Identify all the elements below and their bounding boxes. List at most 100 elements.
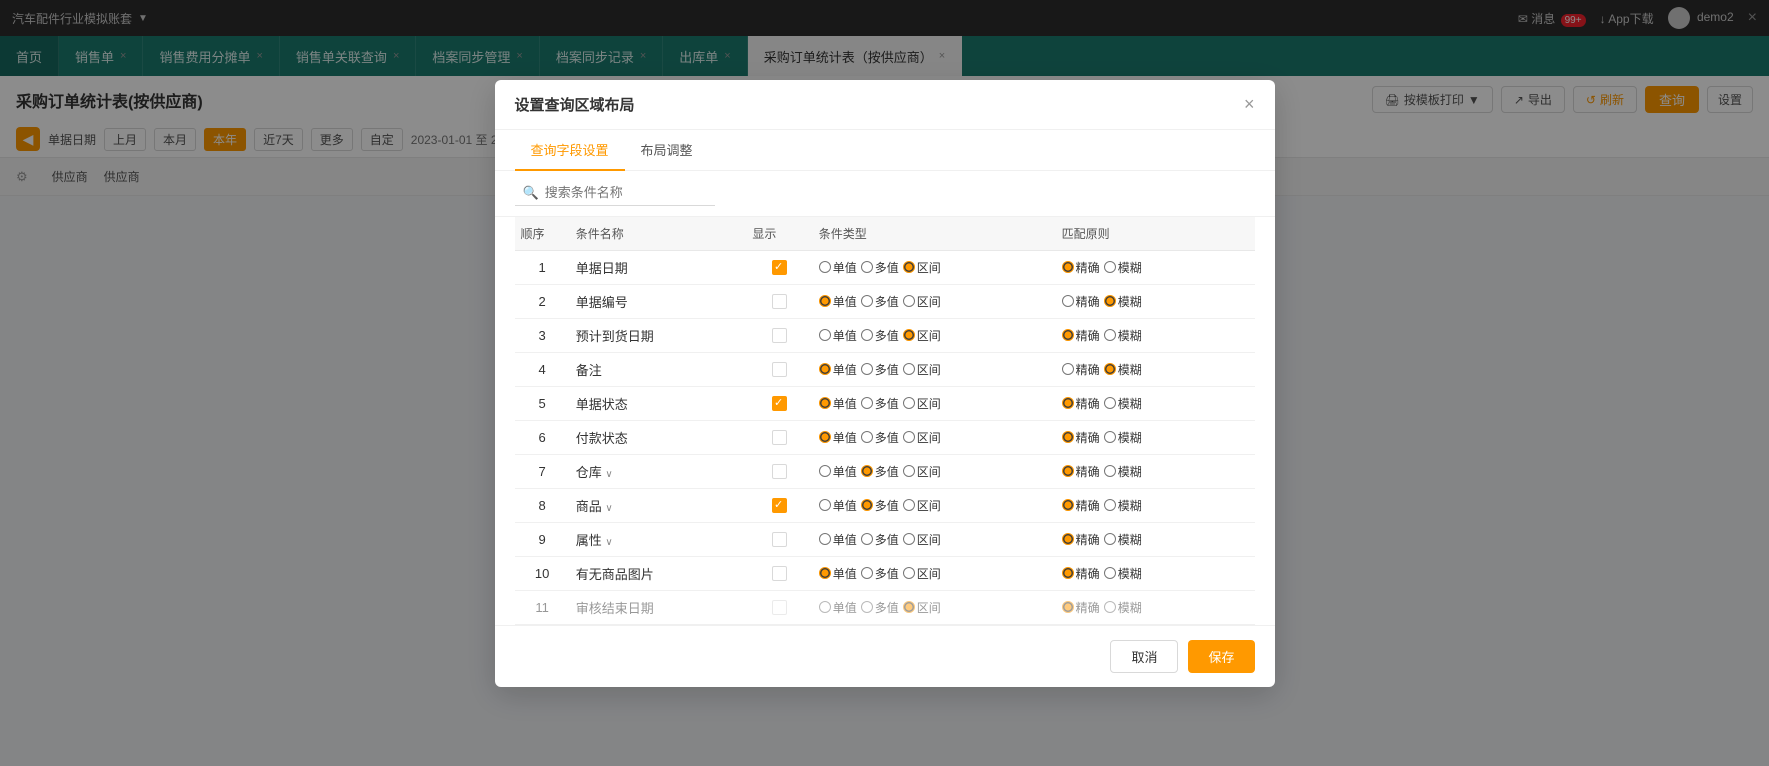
- dropdown-arrow-icon: ∨: [605, 503, 612, 514]
- match-radio-exact-7[interactable]: 精确: [1062, 463, 1100, 480]
- show-checkbox-unchecked[interactable]: [772, 566, 787, 581]
- show-checkbox-unchecked[interactable]: [772, 600, 787, 615]
- match-radio-exact-8[interactable]: 精确: [1062, 497, 1100, 514]
- match-radio-exact-2[interactable]: 精确: [1062, 293, 1100, 310]
- match-radio-fuzzy-10[interactable]: 模糊: [1104, 565, 1142, 582]
- show-checkbox-unchecked[interactable]: [772, 294, 787, 309]
- show-checkbox-unchecked[interactable]: [772, 532, 787, 547]
- field-show-3[interactable]: [746, 318, 812, 352]
- show-checkbox-unchecked[interactable]: [772, 464, 787, 479]
- field-show-2[interactable]: [746, 284, 812, 318]
- field-type-8: 单值多值区间: [813, 488, 1056, 522]
- type-radio-multi-5[interactable]: 多值: [861, 395, 899, 412]
- type-radio-range-3[interactable]: 区间: [903, 327, 941, 344]
- th-order: 顺序: [515, 217, 570, 251]
- field-show-11[interactable]: [746, 590, 812, 624]
- match-radio-exact-9[interactable]: 精确: [1062, 531, 1100, 548]
- modal-tab-layout[interactable]: 布局调整: [625, 130, 709, 171]
- type-radio-single-2[interactable]: 单值: [819, 293, 857, 310]
- type-radio-multi-1[interactable]: 多值: [861, 259, 899, 276]
- type-radio-multi-4[interactable]: 多值: [861, 361, 899, 378]
- field-name-3: 预计到货日期: [570, 318, 747, 352]
- field-match-3: 精确模糊: [1056, 318, 1255, 352]
- type-radio-single-6[interactable]: 单值: [819, 429, 857, 446]
- type-radio-multi-2[interactable]: 多值: [861, 293, 899, 310]
- type-radio-range-4[interactable]: 区间: [903, 361, 941, 378]
- match-radio-fuzzy-7[interactable]: 模糊: [1104, 463, 1142, 480]
- type-radio-range-5[interactable]: 区间: [903, 395, 941, 412]
- type-radio-single-3[interactable]: 单值: [819, 327, 857, 344]
- show-checkbox-unchecked[interactable]: [772, 362, 787, 377]
- field-order-4: 4: [515, 352, 570, 386]
- match-radio-fuzzy-9[interactable]: 模糊: [1104, 531, 1142, 548]
- type-radio-single-7[interactable]: 单值: [819, 463, 857, 480]
- type-radio-single-8[interactable]: 单值: [819, 497, 857, 514]
- match-radio-fuzzy-1[interactable]: 模糊: [1104, 259, 1142, 276]
- type-radio-range-6[interactable]: 区间: [903, 429, 941, 446]
- type-radio-single-11[interactable]: 单值: [819, 599, 857, 616]
- field-show-7[interactable]: [746, 454, 812, 488]
- table-row: 3预计到货日期 单值多值区间 精确模糊: [515, 318, 1255, 352]
- field-order-5: 5: [515, 386, 570, 420]
- show-checkbox-checked[interactable]: [772, 498, 787, 513]
- show-checkbox-checked[interactable]: [772, 396, 787, 411]
- type-radio-single-5[interactable]: 单值: [819, 395, 857, 412]
- field-order-3: 3: [515, 318, 570, 352]
- type-radio-range-2[interactable]: 区间: [903, 293, 941, 310]
- show-checkbox-unchecked[interactable]: [772, 430, 787, 445]
- match-radio-exact-11[interactable]: 精确: [1062, 599, 1100, 616]
- field-order-1: 1: [515, 250, 570, 284]
- field-show-9[interactable]: [746, 522, 812, 556]
- save-button[interactable]: 保存: [1188, 640, 1254, 673]
- type-radio-multi-8[interactable]: 多值: [861, 497, 899, 514]
- match-radio-exact-10[interactable]: 精确: [1062, 565, 1100, 582]
- match-radio-exact-5[interactable]: 精确: [1062, 395, 1100, 412]
- match-radio-fuzzy-11[interactable]: 模糊: [1104, 599, 1142, 616]
- type-radio-single-9[interactable]: 单值: [819, 531, 857, 548]
- type-radio-multi-6[interactable]: 多值: [861, 429, 899, 446]
- type-radio-range-8[interactable]: 区间: [903, 497, 941, 514]
- type-radio-multi-10[interactable]: 多值: [861, 565, 899, 582]
- type-radio-range-9[interactable]: 区间: [903, 531, 941, 548]
- modal-tab-query-fields[interactable]: 查询字段设置: [515, 130, 625, 171]
- th-match: 匹配原则: [1056, 217, 1255, 251]
- field-show-1[interactable]: [746, 250, 812, 284]
- type-radio-range-1[interactable]: 区间: [903, 259, 941, 276]
- type-radio-single-1[interactable]: 单值: [819, 259, 857, 276]
- type-radio-multi-3[interactable]: 多值: [861, 327, 899, 344]
- field-show-4[interactable]: [746, 352, 812, 386]
- cancel-button[interactable]: 取消: [1110, 640, 1178, 673]
- type-radio-range-11[interactable]: 区间: [903, 599, 941, 616]
- type-radio-multi-7[interactable]: 多值: [861, 463, 899, 480]
- show-checkbox-checked[interactable]: [772, 260, 787, 275]
- settings-modal: 设置查询区域布局 × 查询字段设置 布局调整 🔍: [495, 80, 1275, 687]
- match-radio-fuzzy-8[interactable]: 模糊: [1104, 497, 1142, 514]
- match-radio-fuzzy-6[interactable]: 模糊: [1104, 429, 1142, 446]
- modal-overlay: 设置查询区域布局 × 查询字段设置 布局调整 🔍: [0, 0, 1769, 766]
- dropdown-arrow-icon: ∨: [605, 537, 612, 548]
- match-radio-fuzzy-4[interactable]: 模糊: [1104, 361, 1142, 378]
- match-radio-exact-4[interactable]: 精确: [1062, 361, 1100, 378]
- search-input[interactable]: [545, 185, 705, 200]
- match-radio-exact-3[interactable]: 精确: [1062, 327, 1100, 344]
- type-radio-range-7[interactable]: 区间: [903, 463, 941, 480]
- type-radio-single-10[interactable]: 单值: [819, 565, 857, 582]
- type-radio-multi-11[interactable]: 多值: [861, 599, 899, 616]
- field-name-11: 审核结束日期: [570, 590, 747, 624]
- field-match-5: 精确模糊: [1056, 386, 1255, 420]
- type-radio-range-10[interactable]: 区间: [903, 565, 941, 582]
- match-radio-fuzzy-5[interactable]: 模糊: [1104, 395, 1142, 412]
- modal-close-button[interactable]: ×: [1244, 95, 1255, 113]
- match-radio-fuzzy-2[interactable]: 模糊: [1104, 293, 1142, 310]
- match-radio-exact-1[interactable]: 精确: [1062, 259, 1100, 276]
- show-checkbox-unchecked[interactable]: [772, 328, 787, 343]
- field-show-5[interactable]: [746, 386, 812, 420]
- match-radio-fuzzy-3[interactable]: 模糊: [1104, 327, 1142, 344]
- field-order-6: 6: [515, 420, 570, 454]
- field-show-6[interactable]: [746, 420, 812, 454]
- type-radio-single-4[interactable]: 单值: [819, 361, 857, 378]
- match-radio-exact-6[interactable]: 精确: [1062, 429, 1100, 446]
- field-show-10[interactable]: [746, 556, 812, 590]
- field-show-8[interactable]: [746, 488, 812, 522]
- type-radio-multi-9[interactable]: 多值: [861, 531, 899, 548]
